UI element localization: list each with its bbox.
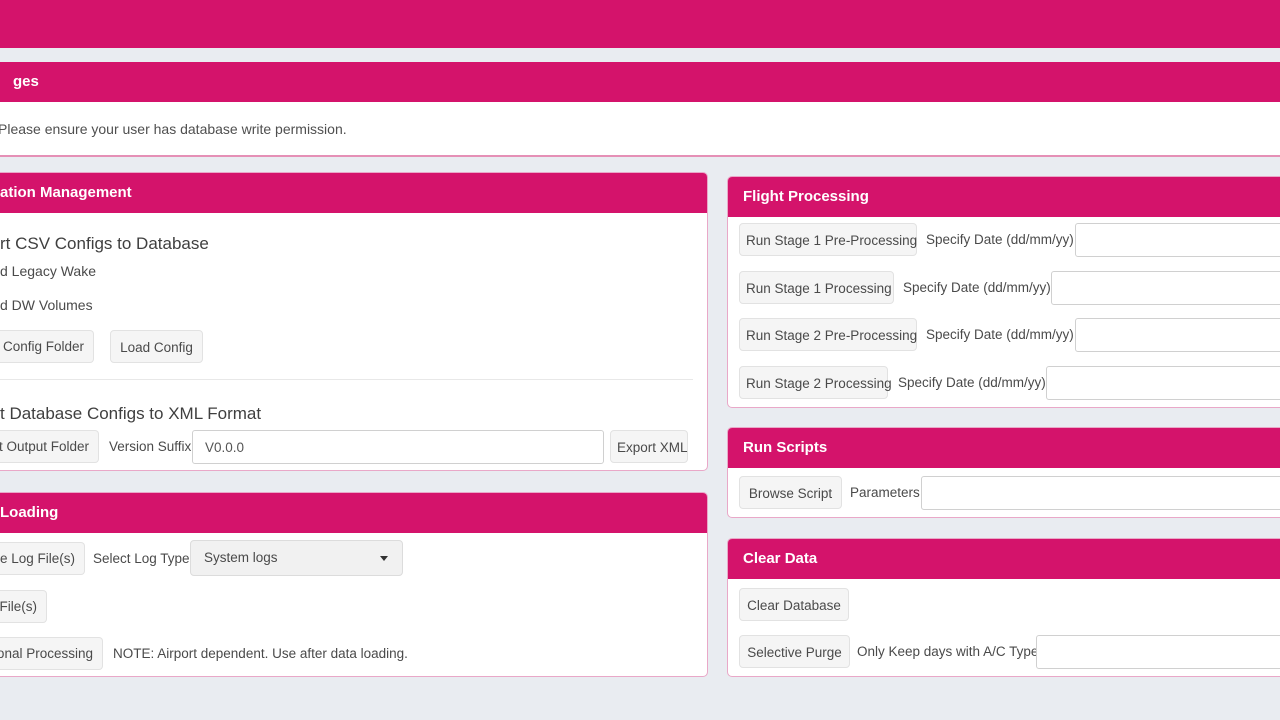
legacy-wake-option-label[interactable]: d Legacy Wake <box>0 263 96 279</box>
stage1-row: Run Stage 1 Processing Specify Date (dd/… <box>728 271 1280 305</box>
log-type-select[interactable]: System logs <box>190 540 403 576</box>
messages-panel-title: ges <box>13 73 39 90</box>
messages-panel-header: ges <box>0 62 1280 102</box>
stage2-row: Run Stage 2 Processing Specify Date (dd/… <box>728 366 1280 400</box>
import-csv-heading: rt CSV Configs to Database <box>0 234 209 253</box>
clear-data-header: Clear Data <box>728 539 1280 579</box>
stage1-pre-date-input[interactable] <box>1075 223 1280 257</box>
clear-database-row: Clear Database <box>728 588 1280 622</box>
version-suffix-label: Version Suffix <box>109 439 192 454</box>
clear-data-panel: Clear Data Clear Database Selective Purg… <box>727 538 1280 677</box>
data-loading-header: Loading <box>0 493 707 533</box>
run-stage2-pre-button[interactable]: Run Stage 2 Pre-Processing <box>739 318 917 351</box>
stage1-pre-row: Run Stage 1 Pre-Processing Specify Date … <box>728 223 1280 257</box>
messages-text: Please ensure your user has database wri… <box>0 121 347 137</box>
caret-down-icon <box>380 556 388 561</box>
export-xml-button[interactable]: Export XML <box>610 430 688 463</box>
config-management-title: ation Management <box>0 184 132 201</box>
selective-purge-button[interactable]: Selective Purge <box>739 635 850 668</box>
stage1-date-input[interactable] <box>1051 271 1280 305</box>
version-suffix-input[interactable] <box>192 430 604 464</box>
data-loading-title: Loading <box>0 504 59 521</box>
run-scripts-header: Run Scripts <box>728 428 1280 468</box>
stage2-pre-date-input[interactable] <box>1075 318 1280 352</box>
select-log-type-label: Select Log Type: <box>93 551 194 566</box>
run-scripts-row: Browse Script Parameters <box>728 476 1280 510</box>
selective-purge-row: Selective Purge Only Keep days with A/C … <box>728 635 1280 669</box>
stage2-pre-row: Run Stage 2 Pre-Processing Specify Date … <box>728 318 1280 352</box>
stage2-pre-date-label: Specify Date (dd/mm/yy) <box>926 327 1074 342</box>
config-management-header: ation Management <box>0 173 707 213</box>
export-xml-heading: t Database Configs to XML Format <box>0 404 262 423</box>
stage1-date-label: Specify Date (dd/mm/yy) <box>903 280 1051 295</box>
browse-log-files-button[interactable]: se Log File(s) <box>0 542 85 575</box>
flight-processing-panel: Flight Processing Run Stage 1 Pre-Proces… <box>727 176 1280 408</box>
title-bar <box>0 0 1280 48</box>
flight-processing-header: Flight Processing <box>728 177 1280 217</box>
dw-volumes-option-label[interactable]: d DW Volumes <box>0 297 93 313</box>
processing-note: NOTE: Airport dependent. Use after data … <box>113 646 408 661</box>
browse-config-folder-button[interactable]: se Config Folder <box>0 330 94 363</box>
run-scripts-panel: Run Scripts Browse Script Parameters <box>727 427 1280 518</box>
keep-days-input[interactable] <box>1036 635 1280 669</box>
app-window: ges Please ensure your user has database… <box>0 0 1280 720</box>
clear-database-button[interactable]: Clear Database <box>739 588 849 621</box>
stage2-date-input[interactable] <box>1046 366 1280 400</box>
flight-processing-title: Flight Processing <box>743 188 869 205</box>
additional-processing-button[interactable]: ional Processing <box>0 637 103 670</box>
parameters-label: Parameters <box>850 485 920 500</box>
data-loading-panel: Loading se Log File(s) Select Log Type: … <box>0 492 708 677</box>
run-scripts-title: Run Scripts <box>743 439 828 456</box>
browse-script-button[interactable]: Browse Script <box>739 476 842 509</box>
keep-days-label: Only Keep days with A/C Type: <box>857 644 1043 659</box>
config-management-panel: ation Management rt CSV Configs to Datab… <box>0 172 708 471</box>
load-config-button[interactable]: Load Config <box>110 330 203 363</box>
run-stage2-button[interactable]: Run Stage 2 Processing <box>739 366 892 399</box>
run-stage1-pre-button[interactable]: Run Stage 1 Pre-Processing <box>739 223 917 256</box>
parameters-input[interactable] <box>921 476 1280 510</box>
clear-data-title: Clear Data <box>743 550 818 567</box>
load-files-button[interactable]: File(s) <box>0 590 47 623</box>
section-divider <box>0 379 693 380</box>
log-type-selected-value: System logs <box>204 550 278 565</box>
stage1-pre-date-label: Specify Date (dd/mm/yy) <box>926 232 1074 247</box>
stage2-date-label: Specify Date (dd/mm/yy) <box>898 375 1046 390</box>
messages-panel: ges Please ensure your user has database… <box>0 62 1280 157</box>
run-stage1-button[interactable]: Run Stage 1 Processing <box>739 271 894 304</box>
select-output-folder-button[interactable]: t Output Folder <box>0 430 99 463</box>
